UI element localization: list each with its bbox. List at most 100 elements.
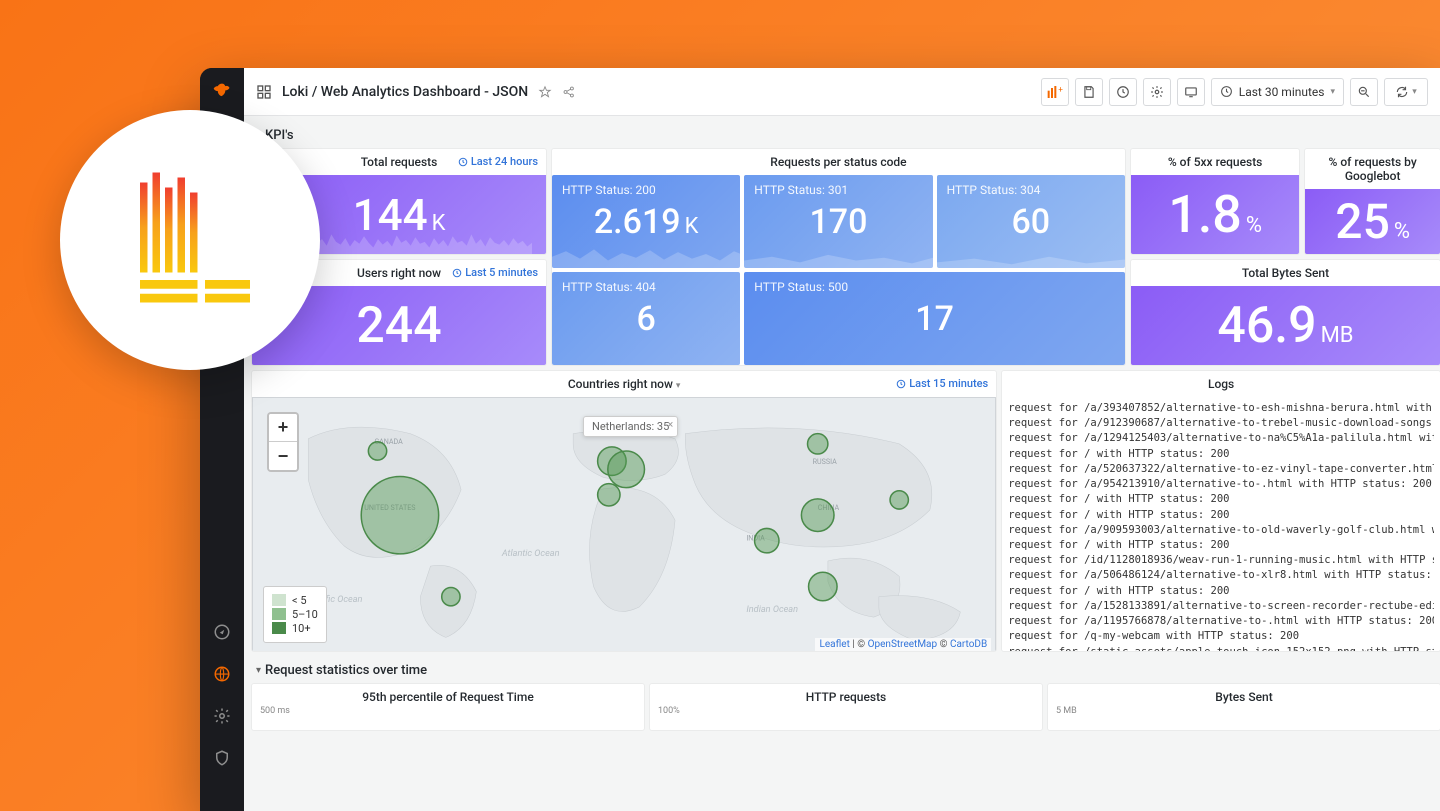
status-label: HTTP Status: 500 (754, 280, 848, 294)
add-panel-button[interactable]: + (1041, 78, 1069, 106)
clock-icon (1220, 85, 1233, 98)
map-tooltip: Netherlands: 35 × (583, 416, 678, 437)
log-line: request for /static assets/apple-touch-i… (1008, 645, 1434, 652)
log-line: request for /a/1528133891/alternative-to… (1008, 599, 1434, 614)
loki-logo-icon (115, 165, 265, 315)
log-line: request for / with HTTP status: 200 (1008, 584, 1434, 599)
stat-value: 25 (1335, 198, 1390, 246)
log-line: request for / with HTTP status: 200 (1008, 538, 1434, 553)
panel-title-text: % of 5xx requests (1168, 155, 1263, 169)
panel-bytes-sent-chart: Bytes Sent 5 MB (1048, 684, 1440, 730)
panel-title-text: HTTP requests (806, 690, 887, 704)
log-line: request for /id/1128018936/weav-run-1-ru… (1008, 553, 1434, 568)
star-icon[interactable] (538, 85, 552, 99)
log-line: request for /a/1195766878/alternative-to… (1008, 614, 1434, 629)
log-line: request for /a/912390687/alternative-to-… (1008, 416, 1434, 431)
stat-value: 6 (636, 302, 655, 336)
stat-value: 1.8 (1168, 189, 1242, 241)
breadcrumb-title[interactable]: Loki / Web Analytics Dashboard - JSON (282, 84, 528, 100)
panel-title-text: 95th percentile of Request Time (362, 690, 534, 704)
legend-label: 10+ (292, 622, 311, 635)
tooltip-text: Netherlands: 35 (592, 420, 669, 433)
tv-mode-button[interactable] (1177, 78, 1205, 106)
panel-title-text: Total requests (361, 155, 438, 169)
save-button[interactable] (1075, 78, 1103, 106)
chevron-down-icon: ▾ (256, 665, 261, 676)
clock-icon (452, 268, 462, 278)
panel-title-text: Total Bytes Sent (1242, 266, 1329, 280)
log-line: request for /a/1294125403/alternative-to… (1008, 431, 1434, 446)
zoom-in-button[interactable]: + (269, 414, 297, 442)
svg-text:Atlantic Ocean: Atlantic Ocean (501, 548, 560, 559)
panel-timerange: Last 15 minutes (896, 377, 988, 390)
panel-title-text: % of requests by Googlebot (1329, 155, 1417, 183)
section-title: Request statistics over time (265, 663, 427, 678)
attrib-cartodb[interactable]: CartoDB (950, 639, 987, 650)
panel-logs: Logs request for /a/393407852/alternativ… (1002, 371, 1440, 651)
svg-text:RUSSIA: RUSSIA (813, 457, 837, 466)
compass-icon[interactable] (213, 623, 231, 641)
svg-text:+: + (1058, 85, 1063, 94)
panel-pct-googlebot: % of requests by Googlebot 25% (1305, 149, 1440, 254)
logs-viewport[interactable]: request for /a/393407852/alternative-to-… (1002, 397, 1440, 651)
legend-label: 5–10 (292, 608, 318, 621)
status-label: HTTP Status: 304 (947, 183, 1041, 197)
log-line: request for /a/909593003/alternative-to-… (1008, 523, 1434, 538)
svg-text:Indian Ocean: Indian Ocean (746, 604, 798, 615)
panel-countries-map: Countries right now▾ Last 15 minutes (252, 371, 996, 651)
map-viewport[interactable]: Pacific Ocean Atlantic Ocean Indian Ocea… (252, 397, 996, 651)
section-header-stats[interactable]: ▾ Request statistics over time (252, 657, 1440, 684)
content-area: Loki / Web Analytics Dashboard - JSON + … (244, 68, 1440, 811)
refresh-button[interactable]: ▾ (1384, 78, 1428, 106)
panel-title-text: Bytes Sent (1215, 690, 1272, 704)
panel-status-codes: Requests per status code HTTP Status: 20… (552, 149, 1125, 365)
axis-label: 500 ms (252, 706, 644, 716)
panel-title-text: Users right now (357, 266, 441, 280)
stat-value: 244 (356, 301, 441, 351)
topbar: Loki / Web Analytics Dashboard - JSON + … (244, 68, 1440, 116)
log-line: request for /a/393407852/alternative-to-… (1008, 401, 1434, 416)
legend-label: < 5 (292, 594, 307, 607)
status-label: HTTP Status: 404 (562, 280, 656, 294)
log-line: request for / with HTTP status: 200 (1008, 508, 1434, 523)
panel-title-text: Countries right now (568, 377, 673, 391)
globe-icon[interactable] (213, 665, 231, 683)
share-icon[interactable] (562, 85, 576, 99)
map-zoom-controls: + − (267, 412, 299, 472)
stat-unit: % (1246, 215, 1262, 237)
status-label: HTTP Status: 200 (562, 183, 656, 197)
attrib-leaflet[interactable]: Leaflet (819, 639, 849, 650)
zoom-out-button[interactable] (1350, 78, 1378, 106)
zoom-out-button[interactable]: − (269, 442, 297, 470)
panel-http-requests: HTTP requests 100% (650, 684, 1042, 730)
timerange-picker[interactable]: Last 30 minutes ▾ (1211, 78, 1344, 106)
axis-label: 5 MB (1048, 706, 1440, 716)
chevron-down-icon[interactable]: ▾ (676, 381, 681, 391)
map-legend: < 5 5–10 10+ (263, 586, 327, 643)
stat-unit: % (1394, 221, 1410, 243)
section-header-kpis[interactable]: ▾ KPI's (252, 122, 1440, 149)
loki-badge (60, 110, 320, 370)
status-label: HTTP Status: 301 (754, 183, 848, 197)
dashboard-body: ▾ KPI's Total requests Last 24 hours (244, 116, 1440, 811)
close-icon[interactable]: × (667, 418, 673, 431)
panel-timerange: Last 24 hours (458, 155, 538, 168)
attrib-osm[interactable]: OpenStreetMap (868, 639, 938, 650)
stat-unit: K (685, 216, 699, 238)
grafana-logo-icon (212, 82, 232, 102)
map-attribution: Leaflet | © OpenStreetMap © CartoDB (815, 638, 991, 651)
time-info-button[interactable] (1109, 78, 1137, 106)
axis-label: 100% (650, 706, 1042, 716)
stat-value: 46.9 (1217, 301, 1316, 351)
stat-unit: MB (1321, 325, 1354, 347)
settings-button[interactable] (1143, 78, 1171, 106)
shield-icon[interactable] (213, 749, 231, 767)
panel-timerange: Last 5 minutes (452, 266, 538, 279)
clock-icon (458, 157, 468, 167)
stat-value: 17 (915, 302, 954, 336)
clock-icon (896, 379, 906, 389)
gear-icon[interactable] (213, 707, 231, 725)
panel-p95: 95th percentile of Request Time 500 ms (252, 684, 644, 730)
panel-pct-5xx: % of 5xx requests 1.8% (1131, 149, 1299, 254)
log-line: request for /a/506486124/alternative-to-… (1008, 568, 1434, 583)
